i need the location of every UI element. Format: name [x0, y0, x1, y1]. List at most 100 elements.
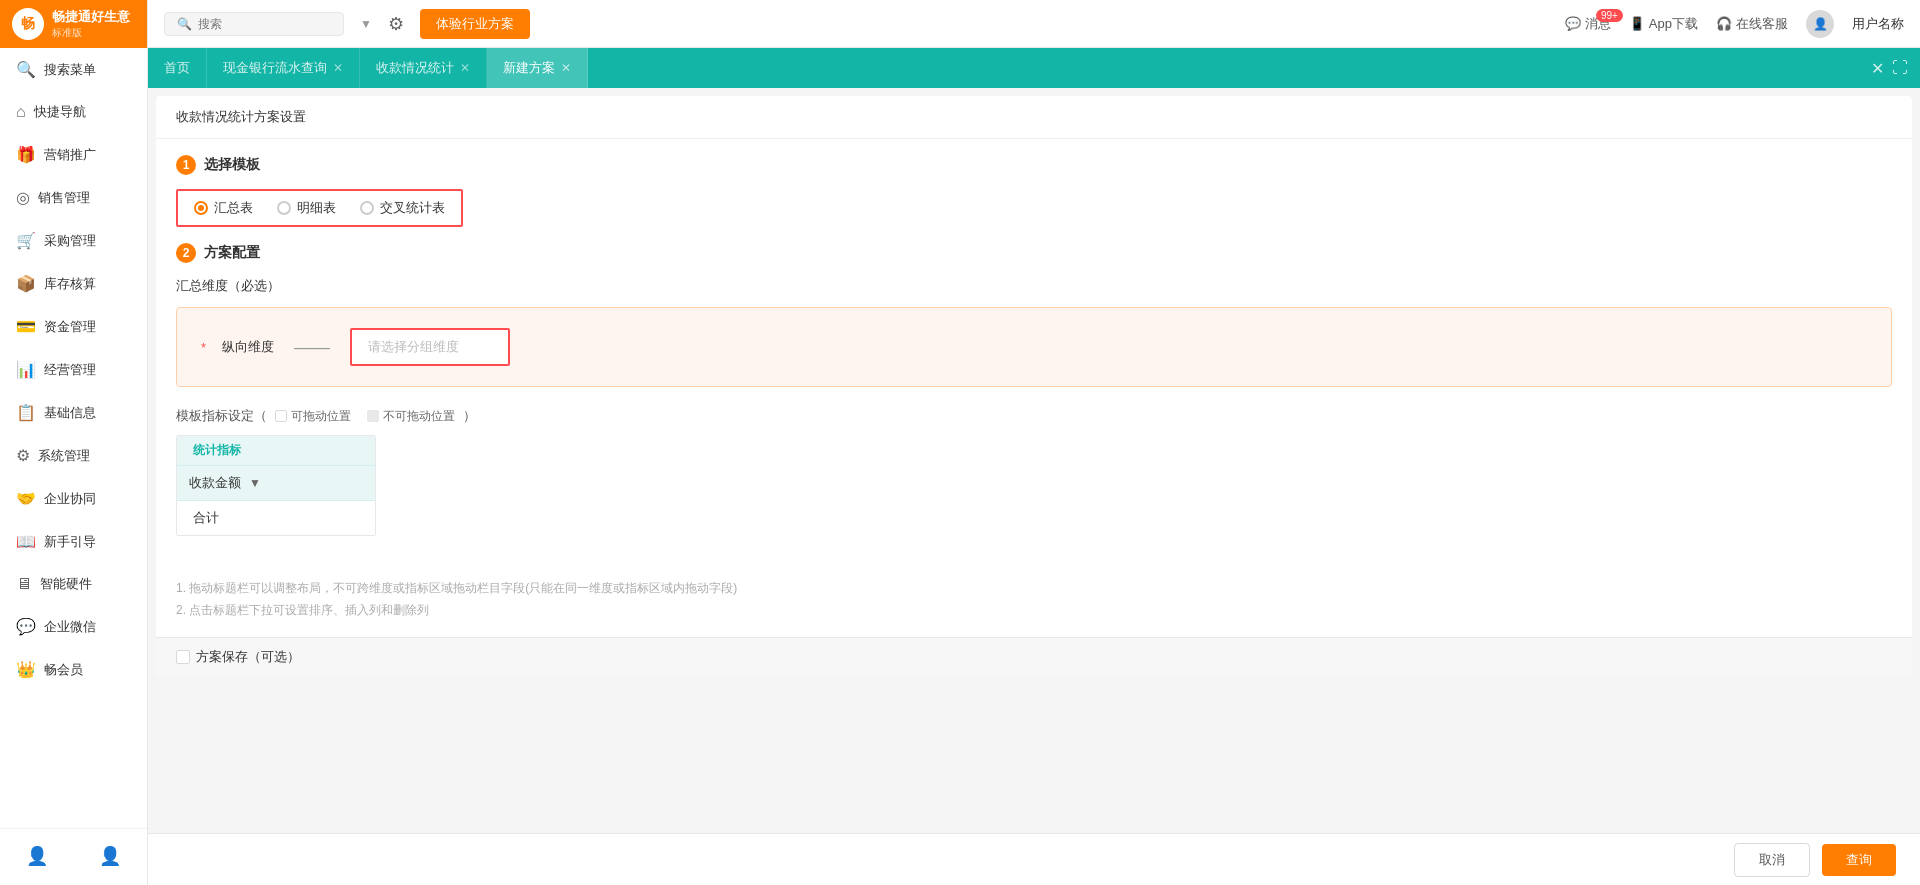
- sidebar-item-inventory[interactable]: 📦 库存核算: [0, 262, 147, 305]
- page-header: 收款情况统计方案设置: [156, 96, 1912, 139]
- sidebar-item-label: 畅会员: [44, 661, 83, 679]
- user-icon-2: 👤: [99, 845, 121, 867]
- sidebar-item-label: 营销推广: [44, 146, 96, 164]
- tabbar-controls: ✕ ⛶: [1871, 59, 1920, 78]
- sidebar-item-sales[interactable]: ◎ 销售管理: [0, 176, 147, 219]
- sidebar-bottom-btn-1[interactable]: 👤: [0, 839, 74, 875]
- radio-detail-label: 明细表: [297, 199, 336, 217]
- tab-collection-stat-label: 收款情况统计: [376, 59, 454, 77]
- radio-detail-circle[interactable]: [277, 201, 291, 215]
- sidebar-item-coop[interactable]: 🤝 企业协同: [0, 477, 147, 520]
- sidebar-item-marketing[interactable]: 🎁 营销推广: [0, 133, 147, 176]
- tab-new-plan[interactable]: 新建方案 ✕: [487, 48, 588, 88]
- sidebar-item-finance[interactable]: 💳 资金管理: [0, 305, 147, 348]
- tabbar: 首页 现金银行流水查询 ✕ 收款情况统计 ✕ 新建方案 ✕ ✕ ⛶: [148, 48, 1920, 88]
- tab-new-plan-close[interactable]: ✕: [561, 61, 571, 75]
- section1-title: 选择模板: [204, 156, 260, 174]
- sidebar-item-label: 企业协同: [44, 490, 96, 508]
- sidebar-item-label: 库存核算: [44, 275, 96, 293]
- tab-collection-stat-close[interactable]: ✕: [460, 61, 470, 75]
- mobile-icon: 📱: [1629, 16, 1645, 31]
- radio-detail[interactable]: 明细表: [277, 199, 336, 217]
- sidebar-bottom-btn-2[interactable]: 👤: [74, 839, 148, 875]
- tab-expand-icon[interactable]: ⛶: [1892, 59, 1908, 77]
- trial-button[interactable]: 体验行业方案: [420, 9, 530, 39]
- indicator-legend: 可拖动位置 不可拖动位置: [275, 408, 455, 425]
- username-label: 用户名称: [1852, 15, 1904, 33]
- tab-bank-flow-close[interactable]: ✕: [333, 61, 343, 75]
- marketing-icon: 🎁: [16, 145, 36, 164]
- page-content: 收款情况统计方案设置 1 选择模板 汇总表 明细表: [156, 96, 1912, 676]
- indicator-settings-suffix: ）: [463, 407, 476, 425]
- search-box[interactable]: 🔍: [164, 12, 344, 36]
- gear-icon[interactable]: ⚙: [388, 13, 404, 35]
- sidebar-item-search-menu[interactable]: 🔍 搜索菜单: [0, 48, 147, 91]
- tab-collection-stat[interactable]: 收款情况统计 ✕: [360, 48, 487, 88]
- message-icon: 💬: [1565, 16, 1581, 31]
- finance-icon: 💳: [16, 317, 36, 336]
- required-mark: *: [201, 340, 206, 355]
- user-avatar[interactable]: 👤: [1806, 10, 1834, 38]
- sidebar-item-label: 智能硬件: [40, 575, 92, 593]
- save-checkbox[interactable]: 方案保存（可选）: [176, 648, 300, 666]
- operations-icon: 📊: [16, 360, 36, 379]
- tab-bank-flow[interactable]: 现金银行流水查询 ✕: [207, 48, 360, 88]
- sidebar-item-quick-nav[interactable]: ⌂ 快捷导航: [0, 91, 147, 133]
- sales-icon: ◎: [16, 188, 30, 207]
- save-label: 方案保存（可选）: [196, 648, 300, 666]
- app-download-btn[interactable]: 📱 App下载: [1629, 15, 1698, 33]
- sidebar-item-operations[interactable]: 📊 经营管理: [0, 348, 147, 391]
- notification-btn[interactable]: 💬 消息 99+: [1565, 15, 1611, 33]
- search-caret-icon[interactable]: ▼: [360, 17, 372, 31]
- sidebar-item-basic-info[interactable]: 📋 基础信息: [0, 391, 147, 434]
- notification-badge: 99+: [1596, 9, 1623, 22]
- wechat-icon: 💬: [16, 617, 36, 636]
- coop-icon: 🤝: [16, 489, 36, 508]
- sidebar-item-wechat[interactable]: 💬 企业微信: [0, 605, 147, 648]
- indicator-settings-label: 模板指标设定（: [176, 407, 267, 425]
- logo-sub: 标准版: [52, 26, 130, 40]
- tab-new-plan-label: 新建方案: [503, 59, 555, 77]
- sidebar-item-purchase[interactable]: 🛒 采购管理: [0, 219, 147, 262]
- action-bar: 取消 查询: [148, 833, 1920, 885]
- user-icon-1: 👤: [26, 845, 48, 867]
- legend-draggable: 可拖动位置: [275, 408, 351, 425]
- tab-home[interactable]: 首页: [148, 48, 207, 88]
- indicator-settings-header: 模板指标设定（ 可拖动位置 不可拖动位置 ）: [176, 407, 1892, 425]
- legend-non-draggable-label: 不可拖动位置: [383, 408, 455, 425]
- content-area: 收款情况统计方案设置 1 选择模板 汇总表 明细表: [148, 88, 1920, 833]
- sidebar-item-member[interactable]: 👑 畅会员: [0, 648, 147, 691]
- indicator-table: 统计指标 收款金额 ▼ 合计: [176, 435, 376, 536]
- radio-summary-circle[interactable]: [194, 201, 208, 215]
- tip-item-1: 1. 拖动标题栏可以调整布局，不可跨维度或指标区域拖动栏目字段(只能在同一维度或…: [176, 578, 1892, 600]
- radio-cross[interactable]: 交叉统计表: [360, 199, 445, 217]
- sidebar-item-label: 基础信息: [44, 404, 96, 422]
- radio-summary[interactable]: 汇总表: [194, 199, 253, 217]
- dimension-select[interactable]: 请选择分组维度: [350, 328, 510, 366]
- topbar-right: 💬 消息 99+ 📱 App下载 🎧 在线客服 👤 用户名称: [1565, 10, 1904, 38]
- page-header-title: 收款情况统计方案设置: [176, 109, 306, 124]
- legend-draggable-label: 可拖动位置: [291, 408, 351, 425]
- arrow-icon: ——: [294, 337, 330, 358]
- sidebar-bottom: 👤 👤: [0, 828, 147, 885]
- query-button[interactable]: 查询: [1822, 844, 1896, 876]
- purchase-icon: 🛒: [16, 231, 36, 250]
- sidebar: 畅 畅捷通好生意 标准版 🔍 搜索菜单 ⌂ 快捷导航 🎁 营销推广 ◎ 销售管理…: [0, 0, 148, 885]
- indicator-caret-icon[interactable]: ▼: [249, 476, 261, 490]
- tip-text-2: 2. 点击标题栏下拉可设置排序、插入列和删除列: [176, 600, 429, 622]
- sidebar-item-label: 销售管理: [38, 189, 90, 207]
- template-options: 汇总表 明细表 交叉统计表: [176, 189, 463, 227]
- save-checkbox-box[interactable]: [176, 650, 190, 664]
- sidebar-item-hardware[interactable]: 🖥 智能硬件: [0, 563, 147, 605]
- sidebar-item-guide[interactable]: 📖 新手引导: [0, 520, 147, 563]
- online-support-btn[interactable]: 🎧 在线客服: [1716, 15, 1788, 33]
- cancel-button[interactable]: 取消: [1734, 843, 1810, 877]
- tab-close-icon[interactable]: ✕: [1871, 59, 1884, 78]
- main-area: 🔍 ▼ ⚙ 体验行业方案 💬 消息 99+ 📱 App下载 🎧 在线客服 👤: [148, 0, 1920, 885]
- sidebar-item-system[interactable]: ⚙ 系统管理: [0, 434, 147, 477]
- search-input[interactable]: [198, 17, 318, 31]
- radio-cross-circle[interactable]: [360, 201, 374, 215]
- hardware-icon: 🖥: [16, 575, 32, 593]
- basic-info-icon: 📋: [16, 403, 36, 422]
- indicator-row: 收款金额 ▼: [177, 466, 375, 501]
